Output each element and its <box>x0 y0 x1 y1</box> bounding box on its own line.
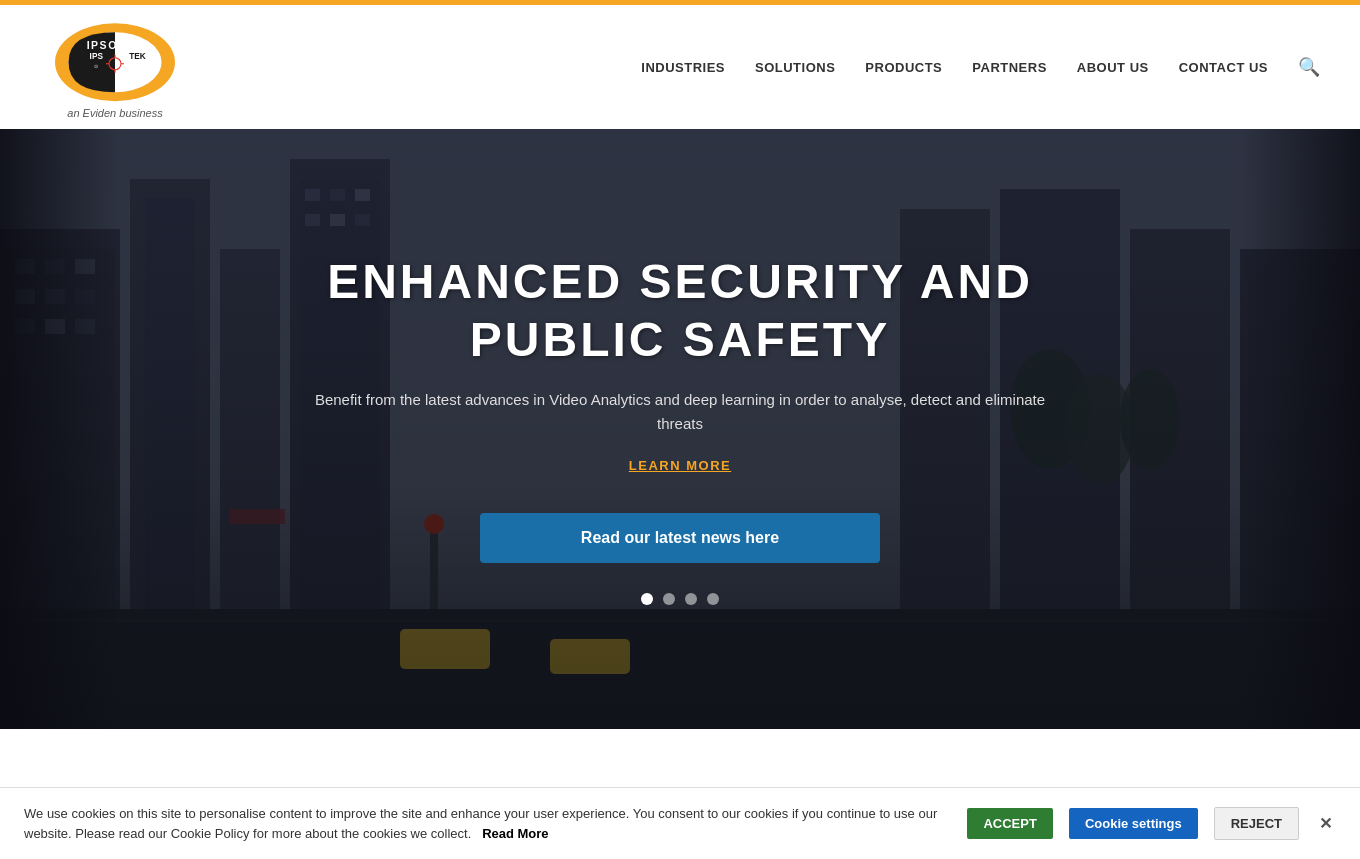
hero-content: ENHANCED SECURITY AND PUBLIC SAFETY Bene… <box>280 253 1080 605</box>
nav-industries[interactable]: INDUSTRIES <box>641 60 725 75</box>
nav-products[interactable]: PRODUCTS <box>865 60 942 75</box>
svg-text:TEK: TEK <box>129 52 146 61</box>
nav-solutions[interactable]: SOLUTIONS <box>755 60 835 75</box>
carousel-dots <box>300 593 1060 605</box>
svg-text:⊙: ⊙ <box>94 63 98 69</box>
search-icon: 🔍 <box>1298 57 1320 77</box>
logo-tagline: an Eviden business <box>67 107 162 119</box>
svg-text:IPSOTEK: IPSOTEK <box>87 39 144 51</box>
search-button[interactable]: 🔍 <box>1298 56 1320 78</box>
nav-partners[interactable]: PARTNERS <box>972 60 1047 75</box>
nav-contact-us[interactable]: CONTACT US <box>1179 60 1268 75</box>
hero-subtitle: Benefit from the latest advances in Vide… <box>300 388 1060 436</box>
nav-about-us[interactable]: ABOUT US <box>1077 60 1149 75</box>
carousel-dot-2[interactable] <box>663 593 675 605</box>
logo-area[interactable]: IPS ⊙ TEK IPSOTEK an Eviden business <box>40 15 190 119</box>
carousel-dot-1[interactable] <box>641 593 653 605</box>
logo-svg: IPS ⊙ TEK IPSOTEK <box>40 15 190 105</box>
carousel-dot-4[interactable] <box>707 593 719 605</box>
hero-title: ENHANCED SECURITY AND PUBLIC SAFETY <box>300 253 1060 368</box>
svg-text:IPS: IPS <box>90 52 104 61</box>
learn-more-link[interactable]: LEARN MORE <box>629 458 731 473</box>
hero-section: ENHANCED SECURITY AND PUBLIC SAFETY Bene… <box>0 129 1360 729</box>
carousel-dot-3[interactable] <box>685 593 697 605</box>
site-header: IPS ⊙ TEK IPSOTEK an Eviden business IND… <box>0 5 1360 129</box>
main-nav: INDUSTRIES SOLUTIONS PRODUCTS PARTNERS A… <box>641 56 1320 78</box>
news-button[interactable]: Read our latest news here <box>480 513 880 563</box>
